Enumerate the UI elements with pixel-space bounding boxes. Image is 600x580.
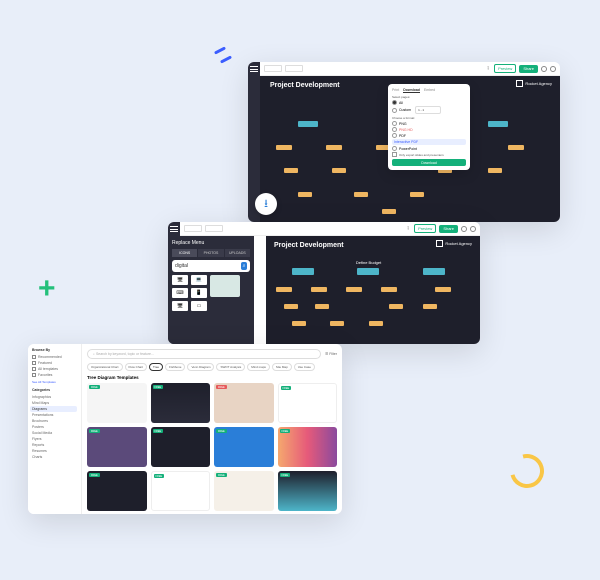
star-icon — [32, 355, 36, 359]
template-card[interactable]: FREE — [87, 383, 147, 423]
brand-logo: Rocket Agency — [436, 240, 472, 247]
chip[interactable]: SWOT Analysis — [216, 363, 245, 371]
download-popup: Print Download Embed Select pages: All C… — [388, 84, 470, 170]
sidebar: Browse By Recommended Featured All templ… — [28, 344, 82, 514]
download-badge: ⭳ — [255, 193, 277, 215]
preview-button[interactable]: Preview — [494, 64, 516, 73]
template-card[interactable]: FREE — [87, 471, 147, 511]
org-chart — [276, 268, 470, 340]
template-card[interactable]: FREE — [151, 471, 211, 511]
upload-icon[interactable]: ⭱ — [485, 66, 491, 72]
panel-title: Replace Menu — [172, 240, 250, 246]
templates-main: ⌕ Search by keyword, topic or feature...… — [82, 344, 342, 514]
template-card[interactable]: FREE — [151, 427, 211, 467]
search-input[interactable] — [175, 263, 241, 269]
chip[interactable]: Mind maps — [247, 363, 270, 371]
filter-chips: Organizational Chart Flow Chart Tree Fis… — [87, 363, 337, 371]
search-icon[interactable]: ⌕ — [241, 262, 247, 270]
section-title: Tree Diagram Templates — [87, 375, 337, 380]
browse-by-label: Browse By — [32, 348, 77, 352]
icon-result[interactable]: ▭ — [191, 301, 207, 311]
choose-format-label: Choose a format: — [392, 116, 466, 120]
heart-icon — [32, 373, 36, 377]
template-card[interactable]: FREE — [278, 471, 338, 511]
upload-icon[interactable]: ⭱ — [405, 226, 411, 232]
icon-result[interactable]: 📱 — [191, 288, 207, 298]
decoration-plus: + — [38, 272, 56, 306]
menu-icon[interactable] — [250, 66, 258, 72]
icon-result[interactable]: 💻 — [191, 275, 207, 285]
template-card[interactable]: FREE — [151, 383, 211, 423]
brand-logo: Rocket Agency — [516, 80, 552, 87]
filter-button[interactable]: ☰ Filter — [325, 352, 337, 356]
radio-pdf[interactable]: PDF — [392, 133, 466, 138]
decoration-lines — [214, 46, 236, 64]
template-card[interactable]: FREE — [278, 427, 338, 467]
radio-ppt[interactable]: PowerPoint — [392, 146, 466, 151]
template-card[interactable]: FREE — [214, 383, 274, 423]
chip[interactable]: Flow Chart — [125, 363, 148, 371]
template-grid: FREE FREE FREE FREE FREE FREE FREE FREE … — [87, 383, 337, 511]
category-item[interactable]: Charts — [32, 454, 77, 460]
template-card[interactable]: FREE — [214, 471, 274, 511]
preview-button[interactable]: Preview — [414, 224, 436, 233]
radio-png[interactable]: PNG — [392, 121, 466, 126]
toolbar-btn[interactable] — [285, 65, 303, 72]
tab-photos[interactable]: PHOTOS — [198, 249, 223, 257]
share-button[interactable]: Share — [519, 65, 538, 73]
menu-icon[interactable] — [170, 226, 178, 232]
template-card[interactable]: FREE — [278, 383, 338, 423]
editor-window-replace: ⭱ Preview Share Replace Menu ICONS PHOTO… — [168, 222, 480, 344]
chart-subtitle: Define Budget — [356, 260, 381, 265]
top-toolbar: ⭱ Preview Share — [168, 222, 480, 236]
radio-png-hd[interactable]: PNG HD — [392, 127, 466, 132]
select-pages-label: Select pages: — [392, 95, 466, 99]
canvas: Project Development Rocket Agency Define… — [266, 236, 480, 344]
tab-uploads[interactable]: UPLOADS — [225, 249, 250, 257]
radio-interactive-pdf[interactable]: Interactive PDF — [392, 139, 466, 145]
radio-custom[interactable]: Custom1 - 1 — [392, 106, 466, 114]
share-button[interactable]: Share — [439, 225, 458, 233]
download-button[interactable]: Download — [392, 159, 466, 166]
editor-window-download: ⭱ Preview Share Project Development Rock… — [248, 62, 560, 222]
tab-icons[interactable]: ICONS — [172, 249, 197, 257]
grid-icon — [32, 367, 36, 371]
toolbar-btn[interactable] — [184, 225, 202, 232]
download-icon: ⭳ — [264, 195, 268, 214]
icon-result[interactable]: 🖥 — [172, 275, 188, 285]
toolbar-btn[interactable] — [264, 65, 282, 72]
see-all-link[interactable]: See All Templates — [32, 380, 77, 384]
popup-tab-print[interactable]: Print — [392, 88, 399, 93]
sidebar-item[interactable]: Favorites — [32, 372, 77, 378]
chip[interactable]: Fishbone — [165, 363, 185, 371]
illustration-result[interactable] — [210, 275, 240, 297]
categories-label: Categories — [32, 388, 77, 392]
decoration-swirl — [504, 448, 550, 494]
chip[interactable]: Organizational Chart — [87, 363, 123, 371]
template-card[interactable]: FREE — [214, 427, 274, 467]
replace-panel: Replace Menu ICONS PHOTOS UPLOADS ⌕ 🖥💻 ⌨… — [168, 236, 254, 344]
bell-icon[interactable] — [541, 66, 547, 72]
chip[interactable]: Use Case — [294, 363, 315, 371]
chip-active[interactable]: Tree — [149, 363, 163, 371]
top-toolbar: ⭱ Preview Share — [248, 62, 560, 76]
template-card[interactable]: FREE — [87, 427, 147, 467]
toolbar-btn[interactable] — [205, 225, 223, 232]
popup-tab-embed[interactable]: Embed — [424, 88, 435, 93]
avatar[interactable] — [550, 66, 556, 72]
template-search[interactable]: ⌕ Search by keyword, topic or feature... — [87, 349, 321, 359]
radio-all[interactable]: All — [392, 100, 466, 105]
chip[interactable]: Site Map — [272, 363, 292, 371]
icon-result[interactable]: ⌨ — [172, 288, 188, 298]
badge-icon — [32, 361, 36, 365]
avatar[interactable] — [470, 226, 476, 232]
templates-window: Browse By Recommended Featured All templ… — [28, 344, 342, 514]
chip[interactable]: Venn Diagram — [187, 363, 214, 371]
icon-result[interactable]: 🖥 — [172, 301, 188, 311]
popup-tab-download[interactable]: Download — [403, 88, 420, 93]
bell-icon[interactable] — [461, 226, 467, 232]
icon-search[interactable]: ⌕ — [172, 260, 250, 272]
checkbox-export[interactable]: Only export slides and presenters — [392, 152, 466, 157]
